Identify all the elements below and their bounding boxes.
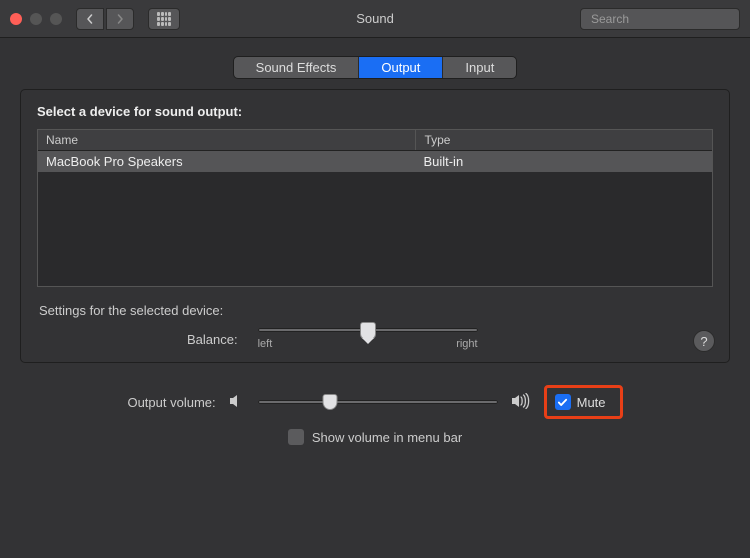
volume-high-icon [510,393,532,412]
balance-thumb[interactable] [360,322,376,340]
titlebar: Sound [0,0,750,38]
balance-left-label: left [258,338,273,350]
minimize-window-button[interactable] [30,13,42,25]
close-window-button[interactable] [10,13,22,25]
footer: Output volume: Mute Show volume in menu … [20,385,730,445]
help-button[interactable]: ? [693,330,715,352]
volume-slider[interactable] [258,400,498,404]
show-all-button[interactable] [148,8,180,30]
settings-label: Settings for the selected device: [39,303,713,318]
column-header-type[interactable]: Type [415,130,712,150]
device-table: Name Type MacBook Pro SpeakersBuilt-in [37,129,713,287]
tab-input[interactable]: Input [443,57,516,78]
tab-output[interactable]: Output [359,57,443,78]
tab-bar: Sound EffectsOutputInput [20,56,730,79]
back-button[interactable] [76,8,104,30]
column-header-name[interactable]: Name [38,130,415,150]
search-input[interactable] [591,12,746,26]
device-type: Built-in [415,151,712,172]
balance-right-label: right [456,338,477,350]
segmented-control: Sound EffectsOutputInput [233,56,518,79]
nav-back-forward [76,8,134,30]
show-in-menubar-checkbox[interactable] [288,429,304,445]
content-area: Sound EffectsOutputInput Select a device… [0,38,750,457]
show-in-menubar-label: Show volume in menu bar [312,430,462,445]
output-panel: Select a device for sound output: Name T… [20,89,730,363]
forward-button[interactable] [106,8,134,30]
volume-thumb[interactable] [322,394,337,410]
balance-slider[interactable] [258,328,478,332]
mute-highlight: Mute [544,385,623,419]
menubar-row: Show volume in menu bar [288,429,462,445]
search-field[interactable] [580,8,740,30]
zoom-window-button[interactable] [50,13,62,25]
volume-low-icon [228,393,246,412]
mute-checkbox[interactable] [555,394,571,410]
select-device-label: Select a device for sound output: [37,104,713,119]
grid-icon [157,12,171,26]
mute-label: Mute [577,395,606,410]
balance-label: Balance: [187,332,238,347]
window-controls [10,13,62,25]
output-volume-label: Output volume: [127,395,215,410]
volume-row: Output volume: Mute [127,385,622,419]
table-header: Name Type [38,130,712,151]
balance-row: Balance: left right [187,328,713,350]
tab-sound-effects[interactable]: Sound Effects [234,57,360,78]
device-name: MacBook Pro Speakers [38,151,415,172]
table-row[interactable]: MacBook Pro SpeakersBuilt-in [38,151,712,172]
